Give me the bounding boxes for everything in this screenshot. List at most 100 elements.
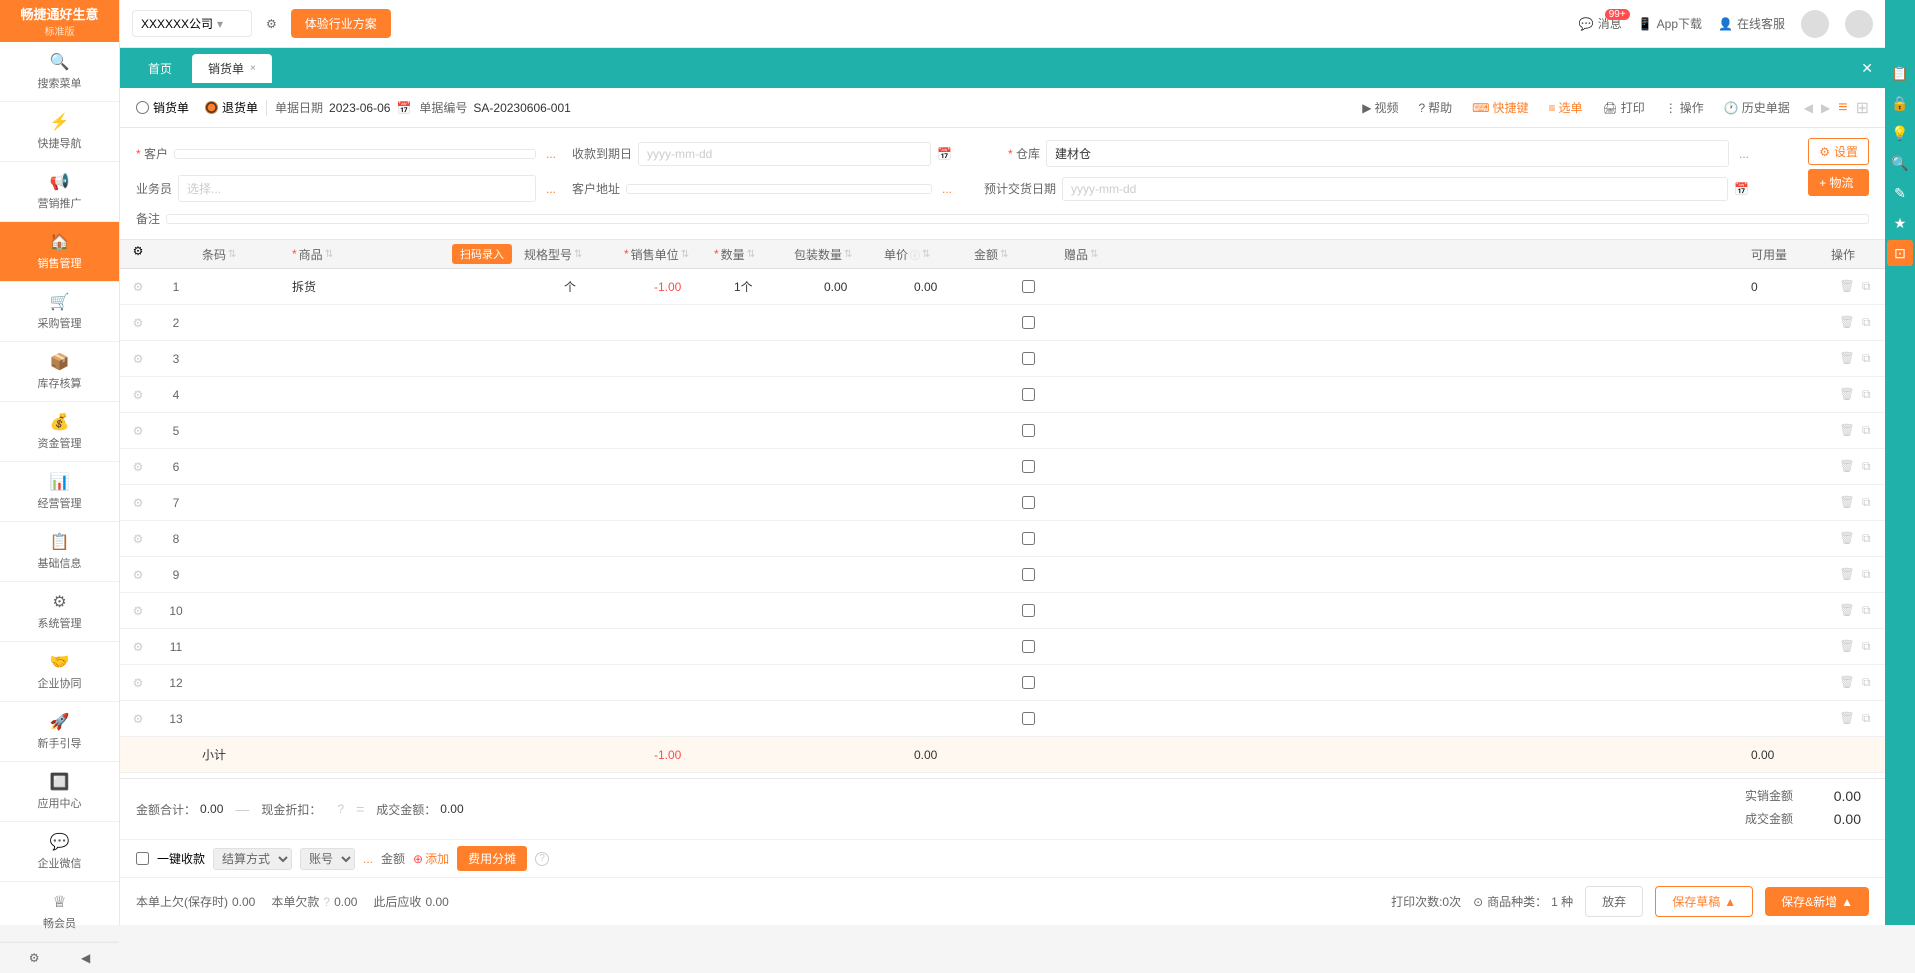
message-button[interactable]: 💬 消息 99+ bbox=[1579, 15, 1622, 32]
payment-method-select[interactable]: 结算方式 bbox=[213, 848, 292, 870]
online-service-button[interactable]: 👤 在线客服 bbox=[1718, 15, 1785, 32]
row-amount-4[interactable] bbox=[908, 427, 998, 435]
row-pack-10[interactable] bbox=[728, 643, 818, 651]
total-owe-info-icon[interactable]: ? bbox=[323, 895, 330, 909]
row-qty-6[interactable] bbox=[648, 499, 728, 507]
tab-close-icon[interactable]: × bbox=[250, 63, 256, 74]
row-spec-12[interactable] bbox=[458, 715, 558, 723]
row-remarks-10[interactable] bbox=[1058, 643, 1745, 651]
row-qty-1[interactable] bbox=[648, 319, 728, 327]
payment-account-select[interactable]: 账号 bbox=[300, 848, 355, 870]
row-pack-5[interactable] bbox=[728, 463, 818, 471]
row-qty-11[interactable] bbox=[648, 679, 728, 687]
prev-icon[interactable]: ◀ bbox=[1804, 101, 1813, 115]
row-pack-4[interactable] bbox=[728, 427, 818, 435]
settings-icon[interactable]: ⚙ bbox=[260, 11, 283, 37]
row-price-11[interactable] bbox=[818, 679, 908, 687]
receive-date-input[interactable]: yyyy-mm-dd bbox=[638, 142, 931, 166]
row-spec-5[interactable] bbox=[458, 463, 558, 471]
row-unit-9[interactable] bbox=[558, 607, 648, 615]
delete-row-icon-0[interactable]: 🗑 bbox=[1839, 279, 1854, 293]
delete-row-icon-3[interactable]: 🗑 bbox=[1839, 387, 1854, 401]
copy-row-icon-5[interactable]: ⧉ bbox=[1862, 459, 1871, 473]
row-qty-10[interactable] bbox=[648, 643, 728, 651]
row-goods-2[interactable] bbox=[286, 355, 446, 363]
copy-row-icon-9[interactable]: ⧉ bbox=[1862, 603, 1871, 617]
copy-row-icon-4[interactable]: ⧉ bbox=[1862, 423, 1871, 437]
row-goods-3[interactable] bbox=[286, 391, 446, 399]
expected-date-calendar-icon[interactable]: 📅 bbox=[1734, 182, 1749, 196]
ops-button[interactable]: ⋮ 操作 bbox=[1659, 96, 1710, 119]
row-price-3[interactable] bbox=[818, 391, 908, 399]
account-dots[interactable]: ... bbox=[363, 852, 373, 866]
shortcut-button[interactable]: ⌨ 快捷键 bbox=[1466, 96, 1534, 119]
row-gift-12[interactable] bbox=[998, 708, 1058, 729]
history-button[interactable]: 🕐 历史单据 bbox=[1718, 96, 1796, 119]
row-remarks-0[interactable] bbox=[1058, 283, 1745, 291]
save-new-button[interactable]: 保存&新增 ▲ bbox=[1765, 887, 1869, 916]
row-barcode-12[interactable] bbox=[196, 715, 286, 723]
warehouse-input[interactable]: 建材仓 bbox=[1046, 140, 1729, 167]
col-settings-header[interactable]: ⚙ bbox=[120, 240, 156, 268]
row-goods-4[interactable] bbox=[286, 427, 446, 435]
row-goods-7[interactable] bbox=[286, 535, 446, 543]
logistics-button[interactable]: + 物流 bbox=[1808, 169, 1869, 196]
row-gift-5[interactable] bbox=[998, 456, 1058, 477]
sidebar-item-search[interactable]: 🔍 搜索菜单 bbox=[0, 42, 119, 102]
delete-row-icon-10[interactable]: 🗑 bbox=[1839, 639, 1854, 653]
row-spec-6[interactable] bbox=[458, 499, 558, 507]
row-settings-5[interactable]: ⚙ bbox=[120, 456, 156, 478]
row-remarks-9[interactable] bbox=[1058, 607, 1745, 615]
row-spec-4[interactable] bbox=[458, 427, 558, 435]
right-panel-btn-3[interactable]: 💡 bbox=[1887, 120, 1913, 146]
row-unit-8[interactable] bbox=[558, 571, 648, 579]
row-price-0[interactable]: 0.00 bbox=[818, 276, 908, 298]
notes-input[interactable] bbox=[166, 214, 1869, 224]
row-spec-3[interactable] bbox=[458, 391, 558, 399]
goods-type-checkbox[interactable]: ⊙ bbox=[1473, 895, 1483, 909]
row-goods-10[interactable] bbox=[286, 643, 446, 651]
tab-sales-order[interactable]: 销货单 × bbox=[192, 54, 272, 83]
row-gift-6[interactable] bbox=[998, 492, 1058, 513]
row-pack-2[interactable] bbox=[728, 355, 818, 363]
delete-row-icon-12[interactable]: 🗑 bbox=[1839, 711, 1854, 725]
row-barcode-8[interactable] bbox=[196, 571, 286, 579]
calendar-icon[interactable]: 📅 bbox=[396, 101, 411, 115]
row-unit-1[interactable] bbox=[558, 319, 648, 327]
sidebar-item-sales[interactable]: 🏠 销售管理 bbox=[0, 222, 119, 282]
row-remarks-6[interactable] bbox=[1058, 499, 1745, 507]
row-pack-6[interactable] bbox=[728, 499, 818, 507]
warehouse-dots[interactable]: ... bbox=[1739, 147, 1749, 161]
row-qty-0[interactable]: -1.00 bbox=[648, 276, 728, 298]
row-amount-8[interactable] bbox=[908, 571, 998, 579]
sidebar-item-quick-nav[interactable]: ⚡ 快捷导航 bbox=[0, 102, 119, 162]
row-spec-2[interactable] bbox=[458, 355, 558, 363]
info-icon-discount[interactable]: ? bbox=[337, 802, 344, 816]
delete-row-icon-11[interactable]: 🗑 bbox=[1839, 675, 1854, 689]
row-barcode-1[interactable] bbox=[196, 319, 286, 327]
sidebar-item-finance[interactable]: 💰 资金管理 bbox=[0, 402, 119, 462]
user-avatar[interactable] bbox=[1801, 10, 1829, 38]
list-view-icon[interactable]: ≡ bbox=[1838, 99, 1847, 117]
row-unit-12[interactable] bbox=[558, 715, 648, 723]
row-unit-10[interactable] bbox=[558, 643, 648, 651]
row-barcode-10[interactable] bbox=[196, 643, 286, 651]
collapse-icon[interactable]: ◀ bbox=[81, 951, 90, 965]
row-goods-5[interactable] bbox=[286, 463, 446, 471]
row-amount-0[interactable]: 0.00 bbox=[908, 276, 998, 298]
row-gift-0[interactable] bbox=[998, 276, 1058, 297]
row-settings-7[interactable]: ⚙ bbox=[120, 528, 156, 550]
row-gift-1[interactable] bbox=[998, 312, 1058, 333]
row-gift-4[interactable] bbox=[998, 420, 1058, 441]
right-panel-btn-7[interactable]: ⊡ bbox=[1887, 240, 1913, 266]
right-panel-btn-5[interactable]: ✎ bbox=[1887, 180, 1913, 206]
row-unit-6[interactable] bbox=[558, 499, 648, 507]
row-settings-1[interactable]: ⚙ bbox=[120, 312, 156, 334]
row-qty-8[interactable] bbox=[648, 571, 728, 579]
salesperson-input[interactable]: 选择... bbox=[178, 175, 536, 202]
copy-row-icon-7[interactable]: ⧉ bbox=[1862, 531, 1871, 545]
delete-row-icon-1[interactable]: 🗑 bbox=[1839, 315, 1854, 329]
row-barcode-4[interactable] bbox=[196, 427, 286, 435]
scan-button[interactable]: 扫码录入 bbox=[452, 244, 512, 264]
row-qty-3[interactable] bbox=[648, 391, 728, 399]
